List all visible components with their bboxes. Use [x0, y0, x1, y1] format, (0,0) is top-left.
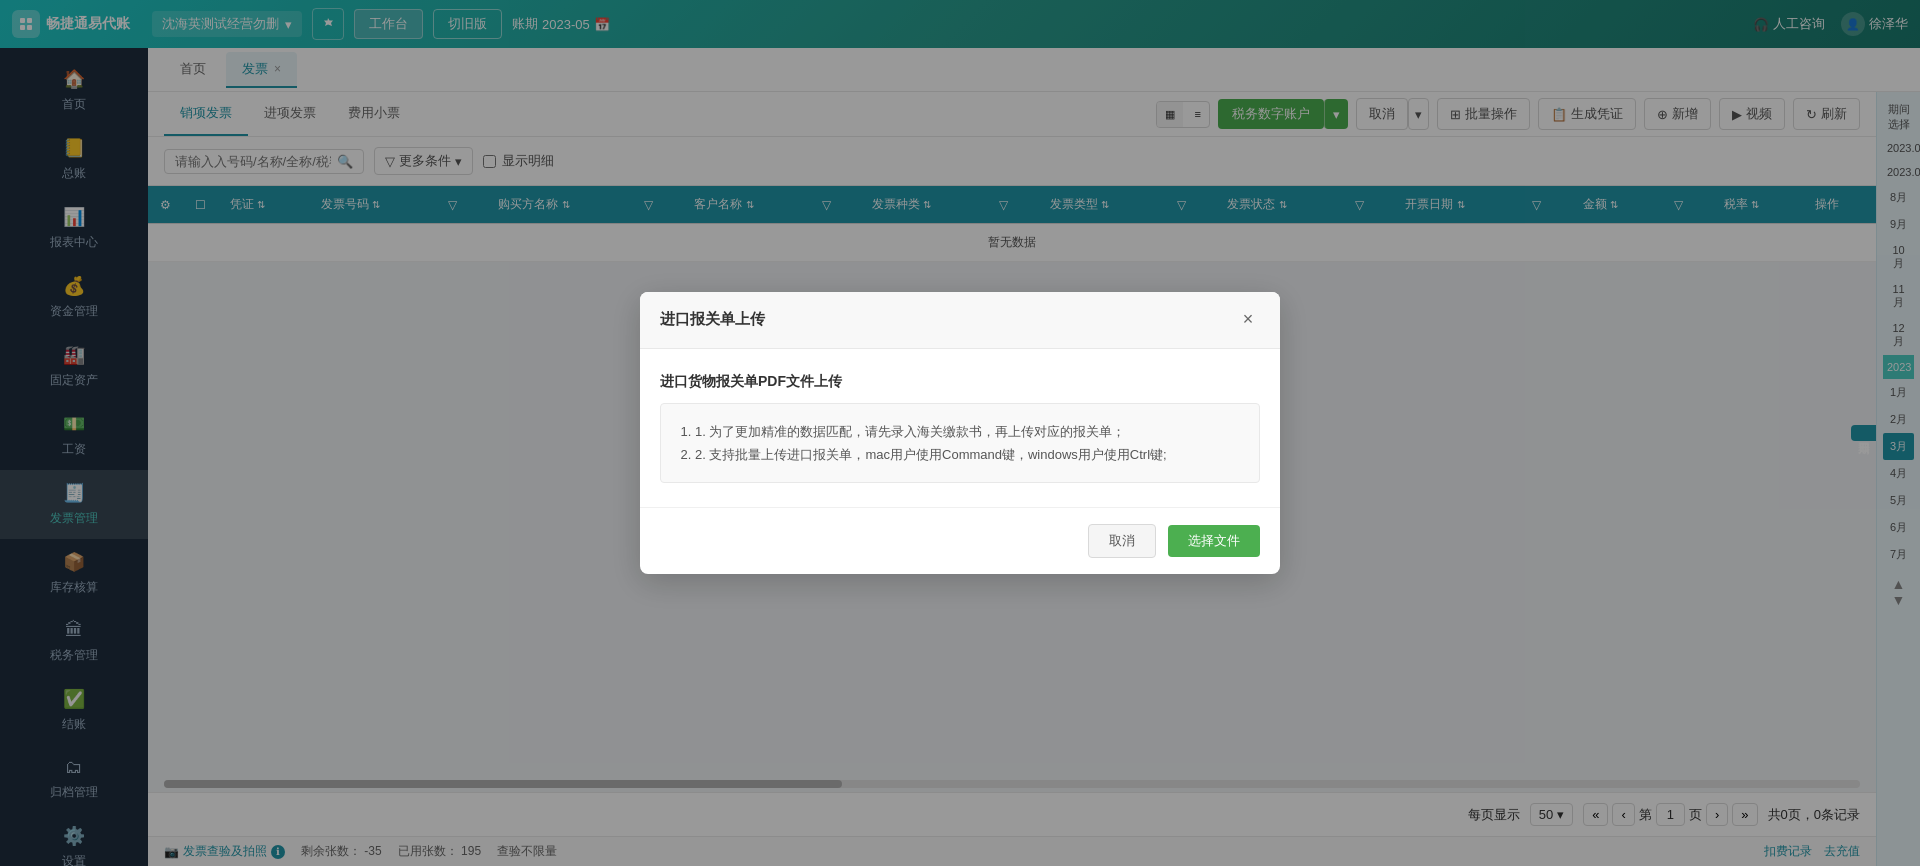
modal-title: 进口报关单上传	[660, 310, 765, 329]
modal-footer: 取消 选择文件	[640, 507, 1280, 574]
modal-cancel-button[interactable]: 取消	[1088, 524, 1156, 558]
modal-overlay: 进口报关单上传 × 进口货物报关单PDF文件上传 1. 为了更加精准的数据匹配，…	[0, 0, 1920, 866]
modal-info-box: 1. 为了更加精准的数据匹配，请先录入海关缴款书，再上传对应的报关单； 2. 支…	[660, 403, 1260, 484]
modal-header: 进口报关单上传 ×	[640, 292, 1280, 349]
modal-dialog: 进口报关单上传 × 进口货物报关单PDF文件上传 1. 为了更加精准的数据匹配，…	[640, 292, 1280, 575]
modal-select-file-button[interactable]: 选择文件	[1168, 525, 1260, 557]
modal-info-item-1: 1. 为了更加精准的数据匹配，请先录入海关缴款书，再上传对应的报关单；	[695, 420, 1243, 443]
modal-body: 进口货物报关单PDF文件上传 1. 为了更加精准的数据匹配，请先录入海关缴款书，…	[640, 349, 1280, 508]
modal-section-title: 进口货物报关单PDF文件上传	[660, 373, 1260, 391]
modal-close-button[interactable]: ×	[1236, 308, 1260, 332]
modal-info-item-2: 2. 支持批量上传进口报关单，mac用户使用Command键，windows用户…	[695, 443, 1243, 466]
